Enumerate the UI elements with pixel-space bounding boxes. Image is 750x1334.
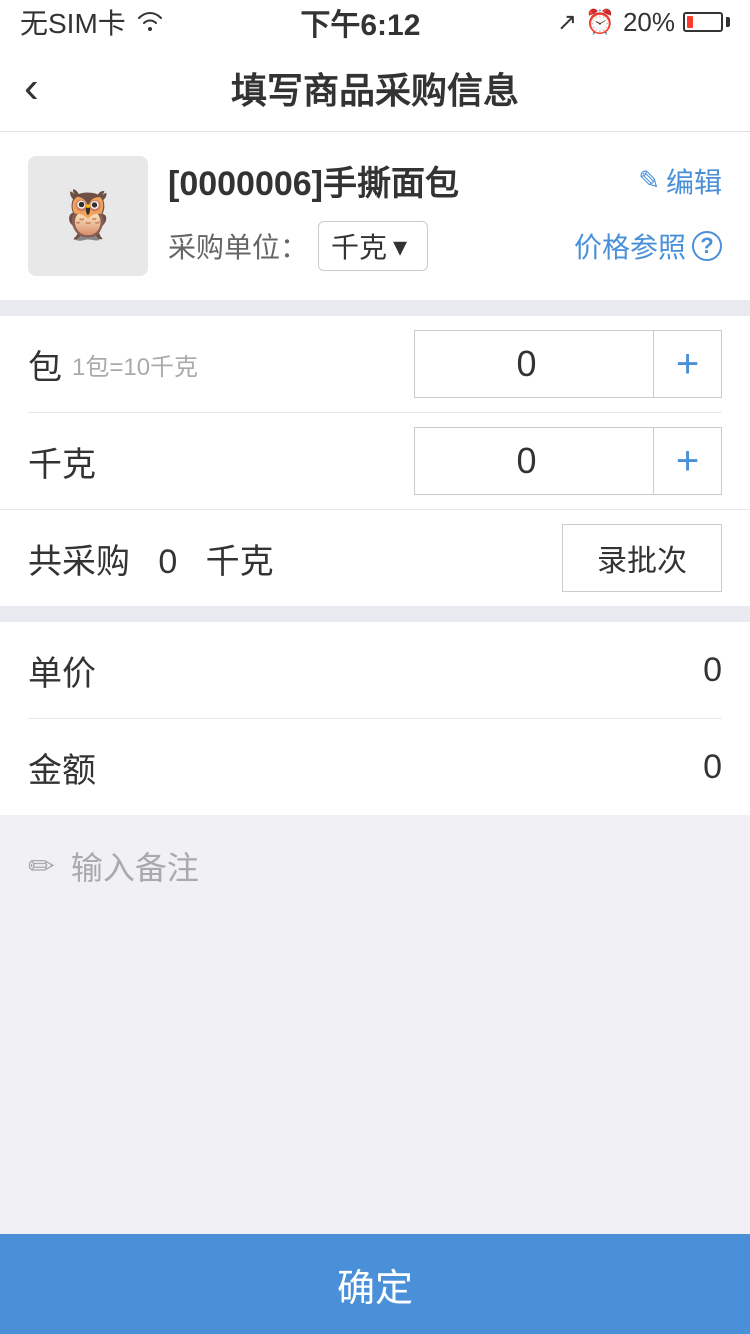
input-section: 包 1包=10千克 + 千克 + — [0, 316, 750, 509]
page-title: 填写商品采购信息 — [231, 62, 519, 114]
dropdown-icon: ▾ — [393, 230, 407, 263]
kg-input[interactable] — [414, 427, 654, 495]
section-divider-1 — [0, 300, 750, 316]
pencil-icon: ✏ — [28, 847, 55, 885]
back-button[interactable]: ‹ — [24, 66, 39, 110]
kg-plus-button[interactable]: + — [654, 427, 722, 495]
wifi-icon — [136, 6, 164, 38]
price-ref-icon: ? — [692, 231, 722, 261]
status-right: ↗ ⏰ 20% — [557, 7, 730, 38]
package-sublabel: 1包=10千克 — [72, 347, 414, 382]
package-plus-button[interactable]: + — [654, 330, 722, 398]
battery-icon — [683, 12, 730, 32]
edit-button[interactable]: ✎ 编辑 — [638, 161, 722, 201]
content-area — [0, 917, 750, 1217]
batch-button[interactable]: 录批次 — [562, 524, 722, 592]
product-title-row: [0000006]手撕面包 ✎ 编辑 — [168, 156, 722, 205]
confirm-button[interactable]: 确定 — [0, 1234, 750, 1334]
product-info: [0000006]手撕面包 ✎ 编辑 采购单位： 千克 ▾ 价格参照 ? — [168, 156, 722, 271]
product-card: 🦉 [0000006]手撕面包 ✎ 编辑 采购单位： 千克 ▾ 价格参照 ? — [0, 132, 750, 300]
location-icon: ↗ — [557, 8, 577, 37]
total-label: 共采购 0 千克 — [28, 534, 274, 583]
battery-percent: 20% — [623, 7, 675, 38]
status-bar: 无SIM卡 下午6:12 ↗ ⏰ 20% — [0, 0, 750, 44]
amount-label: 金额 — [28, 743, 96, 792]
status-left: 无SIM卡 — [20, 2, 164, 42]
package-input-control: + — [414, 330, 722, 398]
kg-input-control: + — [414, 427, 722, 495]
total-section: 共采购 0 千克 录批次 — [0, 510, 750, 606]
product-image: 🦉 — [28, 156, 148, 276]
unit-price-label: 单价 — [28, 646, 96, 695]
amount-row: 金额 0 — [0, 719, 750, 815]
product-name: [0000006]手撕面包 — [168, 156, 459, 205]
unit-price-row: 单价 0 — [0, 622, 750, 718]
nav-bar: ‹ 填写商品采购信息 — [0, 44, 750, 132]
kg-label: 千克 — [28, 437, 96, 486]
remark-placeholder: 输入备注 — [71, 843, 199, 889]
unit-select[interactable]: 千克 ▾ — [318, 221, 428, 271]
product-unit-row: 采购单位： 千克 ▾ 价格参照 ? — [168, 221, 722, 271]
unit-label: 采购单位： 千克 ▾ — [168, 221, 428, 271]
section-divider-2 — [0, 606, 750, 622]
edit-icon: ✎ — [638, 165, 660, 196]
remark-section[interactable]: ✏ 输入备注 — [0, 815, 750, 917]
status-time: 下午6:12 — [300, 0, 420, 44]
alarm-icon: ⏰ — [585, 8, 615, 37]
package-input[interactable] — [414, 330, 654, 398]
product-logo: 🦉 — [58, 192, 118, 240]
price-ref-button[interactable]: 价格参照 ? — [574, 226, 722, 266]
kg-input-row: 千克 + — [0, 413, 750, 509]
package-label: 包 — [28, 340, 62, 389]
package-input-row: 包 1包=10千克 + — [0, 316, 750, 412]
unit-price-value: 0 — [703, 651, 722, 690]
carrier-label: 无SIM卡 — [20, 2, 126, 42]
price-section: 单价 0 金额 0 — [0, 622, 750, 815]
amount-value: 0 — [703, 748, 722, 787]
